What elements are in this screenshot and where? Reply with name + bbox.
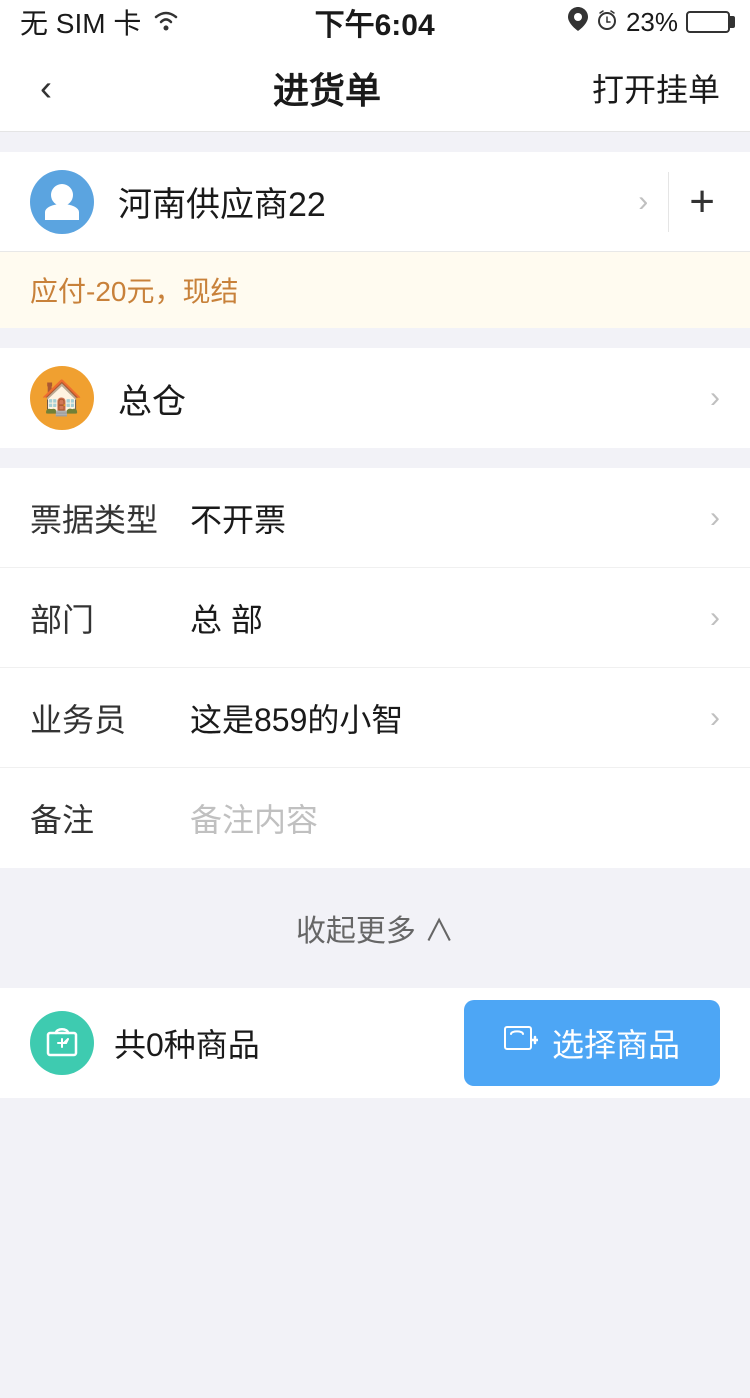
back-button[interactable]: ‹ <box>30 57 62 119</box>
dept-label: 部门 <box>30 595 170 641</box>
select-product-button[interactable]: 选择商品 <box>464 1000 720 1086</box>
invoice-value: 不开票 <box>170 495 710 541</box>
notice-text: 应付-20元，现结 <box>30 276 238 307</box>
salesperson-label: 业务员 <box>30 695 170 741</box>
salesperson-value: 这是859的小智 <box>170 695 710 741</box>
warehouse-name: 总仓 <box>118 374 710 423</box>
house-icon: 🏠 <box>41 378 83 418</box>
dept-chevron-icon: › <box>710 601 720 635</box>
status-bar: 无 SIM 卡 下午6:04 23 <box>0 0 750 44</box>
supplier-row[interactable]: 河南供应商22 › + <box>0 152 750 252</box>
collapse-row[interactable]: 收起更多 ∧ <box>0 888 750 968</box>
warehouse-icon-wrap: 🏠 <box>30 366 94 430</box>
status-carrier: 无 SIM 卡 <box>20 2 181 42</box>
remaining-background <box>0 1098 750 1398</box>
carrier-text: 无 SIM 卡 <box>20 2 141 42</box>
supplier-section: 河南供应商22 › + 应付-20元，现结 <box>0 152 750 328</box>
product-count: 共0种商品 <box>114 1020 464 1066</box>
product-icon-wrap <box>30 1011 94 1075</box>
nav-title: 进货单 <box>273 62 381 114</box>
status-time: 下午6:04 <box>315 0 435 44</box>
salesperson-row[interactable]: 业务员 这是859的小智 › <box>0 668 750 768</box>
battery-percent: 23% <box>626 7 678 38</box>
avatar-person-icon <box>44 184 80 220</box>
invoice-label: 票据类型 <box>30 495 170 541</box>
add-supplier-button[interactable]: + <box>668 172 720 232</box>
shopping-bag-icon <box>44 1021 80 1066</box>
supplier-chevron-icon: › <box>638 185 648 219</box>
invoice-row[interactable]: 票据类型 不开票 › <box>0 468 750 568</box>
dept-value: 总 部 <box>170 595 710 641</box>
bottom-bar: 共0种商品 选择商品 <box>0 988 750 1098</box>
open-pending-button[interactable]: 打开挂单 <box>592 65 720 111</box>
note-label: 备注 <box>30 795 170 841</box>
note-input[interactable]: 备注内容 <box>170 795 720 841</box>
alarm-icon <box>596 7 618 38</box>
section-gap-1 <box>0 132 750 152</box>
warehouse-chevron-icon: › <box>710 381 720 415</box>
dept-row[interactable]: 部门 总 部 › <box>0 568 750 668</box>
form-section: 票据类型 不开票 › 部门 总 部 › 业务员 这是859的小智 › 备注 备注… <box>0 468 750 868</box>
invoice-chevron-icon: › <box>710 501 720 535</box>
notice-banner: 应付-20元，现结 <box>0 252 750 328</box>
nav-bar: ‹ 进货单 打开挂单 <box>0 44 750 132</box>
section-gap-2 <box>0 328 750 348</box>
note-row[interactable]: 备注 备注内容 <box>0 768 750 868</box>
battery-icon <box>686 11 730 33</box>
select-product-label: 选择商品 <box>552 1020 680 1066</box>
select-product-icon <box>504 1024 538 1063</box>
collapse-label: 收起更多 ∧ <box>296 906 454 950</box>
location-icon <box>568 7 588 38</box>
supplier-avatar <box>30 170 94 234</box>
wifi-icon <box>151 6 181 38</box>
supplier-name: 河南供应商22 <box>118 177 638 226</box>
salesperson-chevron-icon: › <box>710 701 720 735</box>
warehouse-row[interactable]: 🏠 总仓 › <box>0 348 750 448</box>
status-indicators: 23% <box>568 7 730 38</box>
